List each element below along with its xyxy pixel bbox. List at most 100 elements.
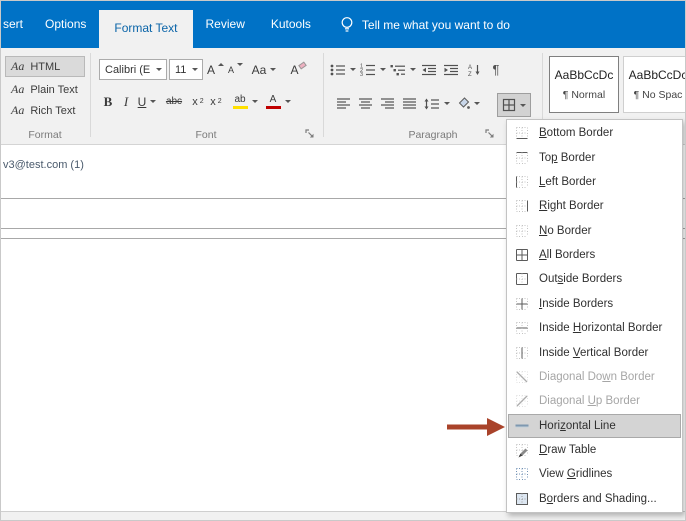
align-right-button[interactable] — [377, 93, 397, 114]
align-left-button[interactable] — [333, 93, 353, 114]
align-left-icon — [337, 98, 350, 109]
font-color-button[interactable]: A — [263, 91, 293, 112]
align-center-button[interactable] — [355, 93, 375, 114]
menu-item-all-borders[interactable]: All Borders — [508, 243, 681, 267]
menu-item-no-border[interactable]: No Border — [508, 219, 681, 243]
chevron-down-icon — [350, 68, 356, 71]
highlight-color-bar — [233, 106, 248, 109]
underline-button[interactable]: U — [135, 91, 159, 112]
borders-button[interactable] — [497, 93, 531, 117]
chevron-down-icon — [252, 100, 258, 103]
text-highlight-color-button[interactable]: ab — [229, 91, 261, 112]
decrease-indent-button[interactable] — [419, 59, 439, 80]
menu-item-label: Horizontal Line — [539, 420, 616, 432]
tab-options[interactable]: Options — [32, 1, 99, 48]
sort-button[interactable]: A Z — [463, 59, 485, 80]
menu-item-bottom-border[interactable]: Bottom Border — [508, 121, 681, 145]
tab-review[interactable]: Review — [193, 1, 258, 48]
menu-item-inside-horizontal-border[interactable]: Inside Horizontal Border — [508, 316, 681, 340]
justify-button[interactable] — [399, 93, 419, 114]
top-border-icon — [511, 150, 533, 166]
menu-item-label: Diagonal Up Border — [539, 395, 640, 407]
format-html-button[interactable]: Aa HTML — [5, 56, 85, 77]
change-case-button[interactable]: Aa — [249, 59, 279, 80]
menu-item-inside-vertical-border[interactable]: Inside Vertical Border — [508, 340, 681, 364]
shading-button[interactable] — [453, 93, 483, 114]
pilcrow-icon: ¶ — [493, 62, 500, 77]
dialog-launcher-icon — [305, 129, 316, 140]
multilevel-list-button[interactable] — [389, 59, 417, 80]
bullets-button[interactable] — [329, 59, 357, 80]
font-name-combo[interactable]: Calibri (E — [99, 59, 167, 80]
subscript-number: 2 — [200, 98, 204, 105]
clear-formatting-button[interactable]: A — [285, 59, 311, 80]
highlight-glyph: ab — [234, 95, 245, 105]
format-plain-text-label: Plain Text — [30, 84, 78, 96]
menu-item-label: Draw Table — [539, 444, 596, 456]
chevron-down-icon — [150, 100, 156, 103]
style-normal[interactable]: AaBbCcDc ¶ Normal — [549, 56, 619, 113]
menu-item-borders-and-shading[interactable]: Borders and Shading... — [508, 487, 681, 511]
font-color-icon: A — [266, 95, 281, 109]
show-paragraph-marks-button[interactable]: ¶ — [487, 59, 505, 80]
svg-text:A: A — [468, 65, 472, 71]
inside-horizontal-border-icon — [511, 320, 533, 336]
menu-item-view-gridlines[interactable]: View Gridlines — [508, 462, 681, 486]
font-dialog-launcher[interactable] — [305, 128, 318, 141]
bold-glyph: B — [104, 94, 113, 110]
menu-item-horizontal-line[interactable]: Horizontal Line — [508, 414, 681, 438]
menu-item-label: Inside Horizontal Border — [539, 322, 662, 334]
bullet-list-icon — [330, 64, 346, 76]
menu-item-inside-borders[interactable]: Inside Borders — [508, 292, 681, 316]
sort-icon: A Z — [467, 63, 481, 76]
shrink-font-button[interactable]: A — [227, 59, 244, 80]
tell-me-label: Tell me what you want to do — [362, 18, 510, 32]
line-spacing-button[interactable] — [423, 93, 451, 114]
italic-button[interactable]: I — [119, 91, 133, 112]
format-rich-text-button[interactable]: Aa Rich Text — [5, 100, 85, 121]
font-size-combo[interactable]: 11 — [169, 59, 203, 80]
tab-kutools[interactable]: Kutools — [258, 1, 324, 48]
menu-item-top-border[interactable]: Top Border — [508, 145, 681, 169]
format-plain-text-button[interactable]: Aa Plain Text — [5, 79, 85, 100]
grow-font-button[interactable]: A — [206, 59, 225, 80]
font-size-value: 11 — [175, 64, 186, 76]
aa-format-icon: Aa — [11, 59, 24, 74]
eraser-icon — [298, 61, 307, 69]
strikethrough-glyph: abc — [166, 96, 182, 107]
strikethrough-button[interactable]: abc — [161, 91, 187, 112]
menu-item-label: No Border — [539, 225, 591, 237]
bold-button[interactable]: B — [99, 91, 117, 112]
tab-insert[interactable]: sert — [1, 1, 32, 48]
highlight-icon: ab — [233, 95, 248, 109]
subscript-button[interactable]: x2 — [189, 91, 207, 112]
paint-bucket-icon — [456, 97, 470, 110]
all-borders-icon — [511, 247, 533, 263]
menu-item-label: Bottom Border — [539, 127, 613, 139]
menu-item-draw-table[interactable]: Draw Table — [508, 438, 681, 462]
superscript-number: 2 — [218, 98, 222, 105]
menu-item-outside-borders[interactable]: Outside Borders — [508, 267, 681, 291]
numbering-button[interactable]: 1 2 3 — [359, 59, 387, 80]
style-preview-text: AaBbCcDc — [555, 68, 614, 82]
decrease-indent-icon — [422, 64, 437, 76]
menu-item-right-border[interactable]: Right Border — [508, 194, 681, 218]
menu-item-label: Inside Vertical Border — [539, 347, 648, 359]
increase-indent-button[interactable] — [441, 59, 461, 80]
style-no-spacing[interactable]: AaBbCcDc ¶ No Spac — [623, 56, 686, 113]
line-spacing-icon — [424, 98, 440, 110]
borders-shading-icon — [511, 491, 533, 507]
style-name-label: ¶ Normal — [563, 89, 605, 101]
menu-item-label: Outside Borders — [539, 273, 622, 285]
draw-table-icon — [511, 442, 533, 458]
tab-format-text[interactable]: Format Text — [99, 10, 192, 48]
paragraph-dialog-launcher[interactable] — [485, 128, 498, 141]
chevron-down-icon — [520, 104, 526, 107]
italic-glyph: I — [124, 94, 128, 110]
increase-indent-icon — [444, 64, 459, 76]
menu-item-left-border[interactable]: Left Border — [508, 170, 681, 194]
superscript-button[interactable]: x2 — [207, 91, 225, 112]
aa-format-icon: Aa — [11, 82, 24, 97]
change-case-glyph: Aa — [252, 63, 267, 77]
tell-me-box[interactable]: Tell me what you want to do — [340, 1, 510, 48]
